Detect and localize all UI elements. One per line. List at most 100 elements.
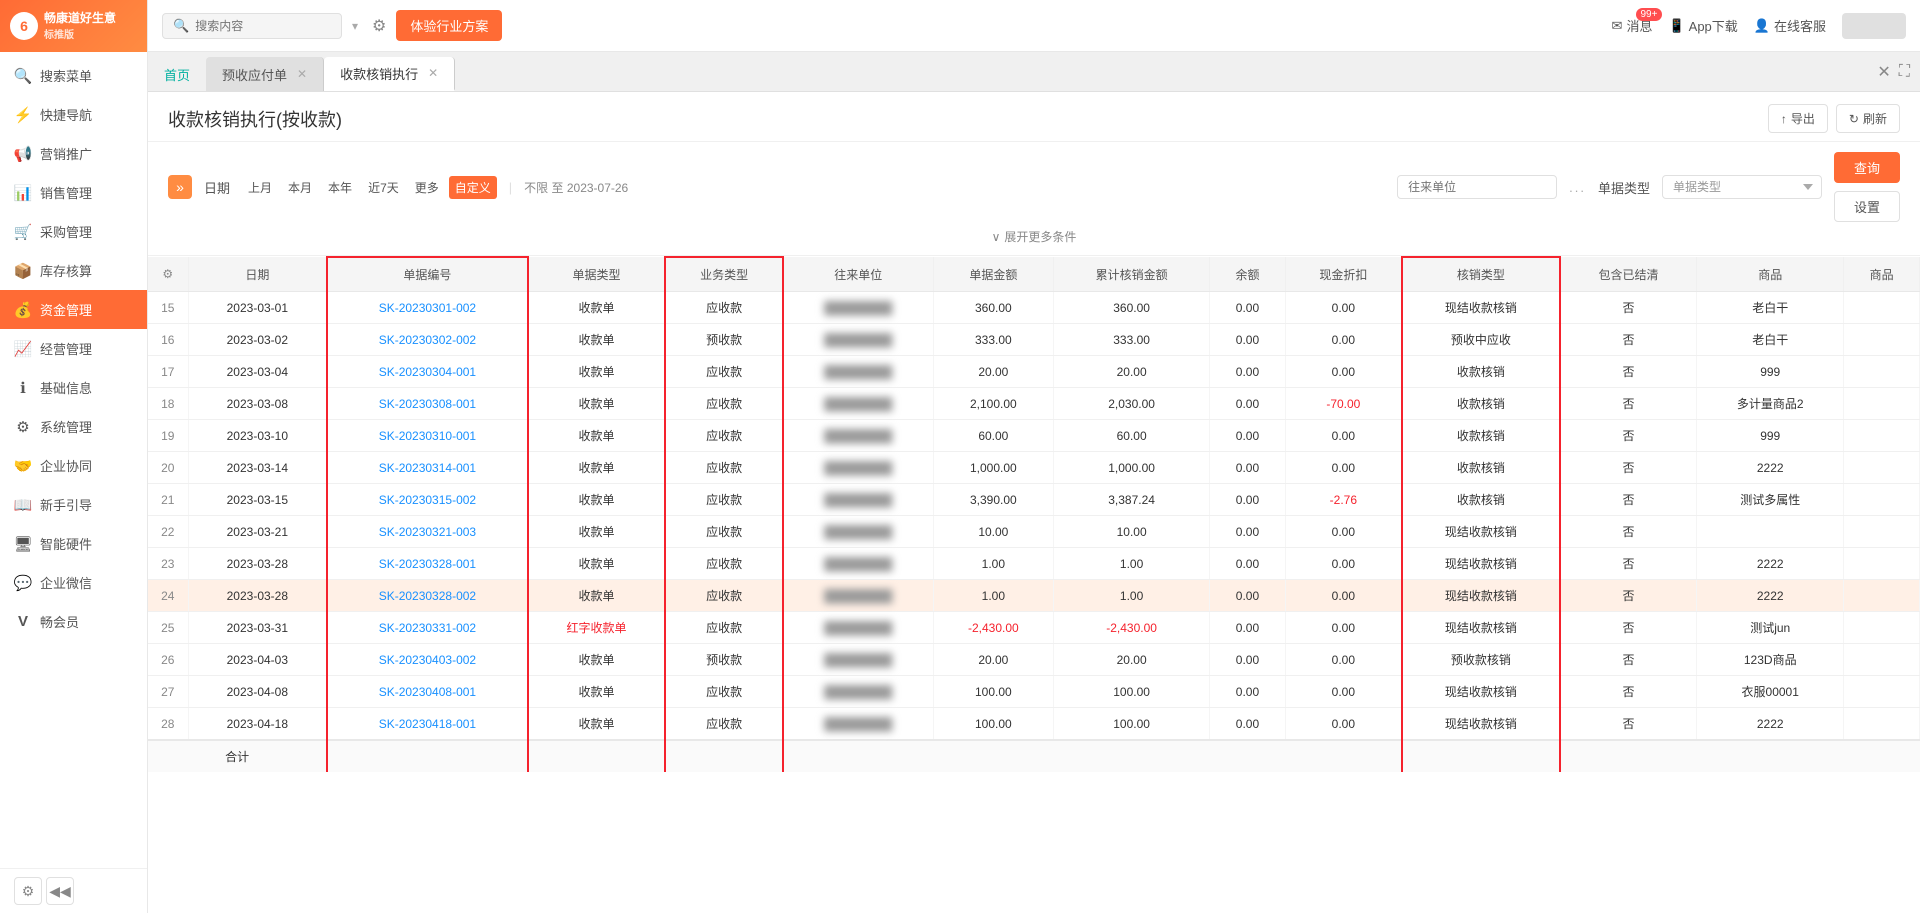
refresh-btn[interactable]: ↻ 刷新 [1836,104,1900,133]
row-biz-type: 预收款 [665,324,783,356]
row-doc-type: 红字收款单 [528,612,666,644]
quick-nav-icon: ⚡ [14,106,32,124]
service-label: 在线客服 [1774,16,1826,35]
sidebar-item-quicknav[interactable]: ⚡ 快捷导航 [0,95,147,134]
row-balance: 0.00 [1210,324,1286,356]
th-biz-type: 业务类型 [665,257,783,292]
query-btn[interactable]: 查询 [1834,152,1900,183]
doc-no-link[interactable]: SK-20230308-001 [379,397,476,411]
topbar-chevron-icon[interactable]: ▾ [352,19,358,33]
doc-no-link[interactable]: SK-20230403-002 [379,653,476,667]
doc-no-link[interactable]: SK-20230310-001 [379,429,476,443]
row-balance: 0.00 [1210,676,1286,708]
filter-more-row: ∨ 展开更多条件 [168,228,1900,245]
filter-7days-btn[interactable]: 近7天 [362,176,405,199]
row-writeoff: 333.00 [1054,324,1210,356]
sidebar-item-marketing[interactable]: 📢 营销推广 [0,134,147,173]
sidebar-item-label: 基础信息 [40,378,92,397]
export-btn[interactable]: ↑ 导出 [1768,104,1828,133]
row-discount: 0.00 [1285,516,1402,548]
row-doc-no: SK-20230302-002 [327,324,527,356]
wechat-icon: 💬 [14,574,32,592]
writeoff-tab-label: 收款核销执行 [340,64,418,83]
sidebar-item-label: 企业微信 [40,573,92,592]
filter-settings-btn[interactable]: 设置 [1834,191,1900,222]
filter-this-year-btn[interactable]: 本年 [322,176,358,199]
prepay-tab-close-icon[interactable]: ✕ [297,67,307,81]
sidebar-item-sales[interactable]: 📊 销售管理 [0,173,147,212]
guide-icon: 📖 [14,496,32,514]
doc-no-link[interactable]: SK-20230328-002 [379,589,476,603]
export-icon: ↑ [1781,112,1787,126]
doc-no-link[interactable]: SK-20230315-002 [379,493,476,507]
filter-this-month-btn[interactable]: 本月 [282,176,318,199]
sidebar-item-search[interactable]: 🔍 搜索菜单 [0,56,147,95]
row-biz-type: 应收款 [665,292,783,324]
main-table: ⚙ 日期 单据编号 单据类型 业务类型 往来单位 单据金额 累计核销金额 余额 … [148,256,1920,772]
row-amount: 100.00 [933,708,1053,741]
page-actions: ↑ 导出 ↻ 刷新 [1768,104,1900,133]
row-date: 2023-03-21 [188,516,327,548]
page-title: 收款核销执行(按收款) [168,106,342,132]
row-doc-type: 收款单 [528,292,666,324]
sidebar-logo: 6 畅康道好生意 标推版 [0,0,147,52]
tab-home[interactable]: 首页 [148,57,206,91]
sidebar-item-system[interactable]: ⚙ 系统管理 [0,407,147,446]
row-included: 否 [1560,452,1697,484]
row-partner: ████████ [783,708,933,741]
topbar-gear-icon[interactable]: ⚙ [372,16,386,36]
tab-writeoff[interactable]: 收款核销执行 ✕ [324,57,455,91]
sidebar-item-basics[interactable]: ℹ 基础信息 [0,368,147,407]
topbar-app-btn[interactable]: 📱 App下载 [1668,16,1737,35]
doc-no-link[interactable]: SK-20230302-002 [379,333,476,347]
sidebar-collapse-btn[interactable]: ◀◀ [46,877,74,905]
tab-expand-btn[interactable]: ⛶ [1899,62,1910,82]
row-product2 [1844,548,1920,580]
sidebar-item-guide[interactable]: 📖 新手引导 [0,485,147,524]
doc-no-link[interactable]: SK-20230418-001 [379,717,476,731]
expand-more-btn[interactable]: ∨ 展开更多条件 [992,228,1077,245]
row-num: 25 [148,612,188,644]
topbar-message-btn[interactable]: ✉ 消息 99+ [1612,16,1653,35]
topbar-service-btn[interactable]: 👤 在线客服 [1754,16,1826,35]
topbar-search-box[interactable]: 🔍 [162,13,342,39]
sidebar-settings-btn[interactable]: ⚙ [14,877,42,905]
row-partner: ████████ [783,516,933,548]
doc-type-select[interactable]: 单据类型 [1662,175,1822,199]
doc-no-link[interactable]: SK-20230301-002 [379,301,476,315]
sidebar-item-purchase[interactable]: 🛒 采购管理 [0,212,147,251]
filter-more-btn[interactable]: 更多 [409,176,445,199]
th-settings[interactable]: ⚙ [148,257,188,292]
doc-no-link[interactable]: SK-20230328-001 [379,557,476,571]
topbar-user-avatar[interactable] [1842,13,1906,39]
sidebar-item-collab[interactable]: 🤝 企业协同 [0,446,147,485]
row-doc-type: 收款单 [528,580,666,612]
sidebar-item-inventory[interactable]: 📦 库存核算 [0,251,147,290]
row-included: 否 [1560,356,1697,388]
row-partner: ████████ [783,356,933,388]
row-partner: ████████ [783,484,933,516]
row-amount: 1,000.00 [933,452,1053,484]
partner-input[interactable] [1397,175,1557,199]
doc-no-link[interactable]: SK-20230408-001 [379,685,476,699]
sidebar-item-operations[interactable]: 📈 经营管理 [0,329,147,368]
tab-close-all-btn[interactable]: ✕ [1877,62,1890,82]
doc-no-link[interactable]: SK-20230304-001 [379,365,476,379]
industry-solution-btn[interactable]: 体验行业方案 [396,10,502,41]
sidebar-item-label: 经营管理 [40,339,92,358]
sidebar-item-wechat[interactable]: 💬 企业微信 [0,563,147,602]
sidebar-item-hardware[interactable]: 🖥 智能硬件 [0,524,147,563]
row-partner: ████████ [783,420,933,452]
sidebar-item-finance[interactable]: 💰 资金管理 [0,290,147,329]
filter-expand-btn[interactable]: » [168,175,192,199]
doc-no-link[interactable]: SK-20230314-001 [379,461,476,475]
table-wrapper[interactable]: ⚙ 日期 单据编号 单据类型 业务类型 往来单位 单据金额 累计核销金额 余额 … [148,256,1920,913]
filter-last-month-btn[interactable]: 上月 [242,176,278,199]
filter-custom-btn[interactable]: 自定义 [449,176,497,199]
writeoff-tab-close-icon[interactable]: ✕ [428,66,438,80]
sidebar-item-vip[interactable]: V 畅会员 [0,602,147,641]
doc-no-link[interactable]: SK-20230331-002 [379,621,476,635]
doc-no-link[interactable]: SK-20230321-003 [379,525,476,539]
search-input[interactable] [195,19,315,33]
tab-prepay[interactable]: 预收应付单 ✕ [206,57,324,91]
